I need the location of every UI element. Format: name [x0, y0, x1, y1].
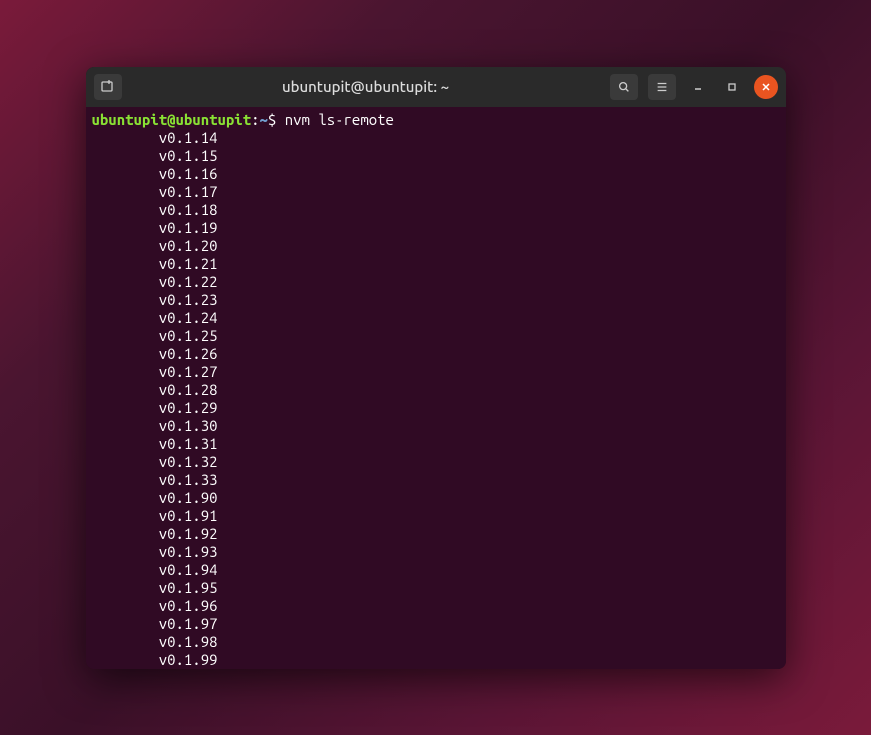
minimize-icon	[693, 82, 703, 92]
output-line: v0.1.20	[92, 237, 780, 255]
output-line: v0.1.26	[92, 345, 780, 363]
output-line: v0.1.25	[92, 327, 780, 345]
close-icon	[761, 82, 771, 92]
output-line: v0.1.30	[92, 417, 780, 435]
output-line: v0.1.28	[92, 381, 780, 399]
output-line: v0.1.23	[92, 291, 780, 309]
minimize-button[interactable]	[686, 75, 710, 99]
output-line: v0.1.99	[92, 651, 780, 669]
prompt-path: ~	[260, 111, 268, 128]
menu-button[interactable]	[648, 74, 676, 100]
output-line: v0.1.94	[92, 561, 780, 579]
new-tab-icon	[100, 79, 116, 95]
search-icon	[617, 80, 631, 94]
new-tab-button[interactable]	[94, 74, 122, 100]
terminal-window: ubuntupit@ubuntupit: ~	[86, 67, 786, 669]
output-line: v0.1.95	[92, 579, 780, 597]
prompt-colon: :	[251, 111, 259, 128]
output-line: v0.1.93	[92, 543, 780, 561]
titlebar-controls	[610, 74, 778, 100]
output-line: v0.1.92	[92, 525, 780, 543]
prompt-symbol: $	[268, 111, 285, 128]
output-line: v0.1.32	[92, 453, 780, 471]
output-line: v0.1.24	[92, 309, 780, 327]
titlebar: ubuntupit@ubuntupit: ~	[86, 67, 786, 107]
window-title: ubuntupit@ubuntupit: ~	[128, 78, 604, 95]
prompt-line: ubuntupit@ubuntupit:~$ nvm ls-remote	[92, 111, 780, 129]
command-text: nvm ls-remote	[285, 111, 394, 128]
maximize-icon	[727, 82, 737, 92]
prompt-user: ubuntupit@ubuntupit	[92, 111, 252, 128]
output-line: v0.1.22	[92, 273, 780, 291]
search-button[interactable]	[610, 74, 638, 100]
hamburger-icon	[655, 80, 669, 94]
output-line: v0.1.18	[92, 201, 780, 219]
close-button[interactable]	[754, 75, 778, 99]
output-line: v0.1.98	[92, 633, 780, 651]
output-line: v0.1.27	[92, 363, 780, 381]
output-line: v0.1.91	[92, 507, 780, 525]
output-line: v0.1.16	[92, 165, 780, 183]
terminal-body[interactable]: ubuntupit@ubuntupit:~$ nvm ls-remote v0.…	[86, 107, 786, 669]
output-line: v0.1.14	[92, 129, 780, 147]
output-line: v0.1.96	[92, 597, 780, 615]
output-line: v0.1.19	[92, 219, 780, 237]
output-container: v0.1.14 v0.1.15 v0.1.16 v0.1.17 v0.1.18 …	[92, 129, 780, 669]
output-line: v0.1.29	[92, 399, 780, 417]
output-line: v0.1.17	[92, 183, 780, 201]
output-line: v0.1.97	[92, 615, 780, 633]
output-line: v0.1.90	[92, 489, 780, 507]
output-line: v0.1.21	[92, 255, 780, 273]
maximize-button[interactable]	[720, 75, 744, 99]
output-line: v0.1.15	[92, 147, 780, 165]
output-line: v0.1.31	[92, 435, 780, 453]
output-line: v0.1.33	[92, 471, 780, 489]
